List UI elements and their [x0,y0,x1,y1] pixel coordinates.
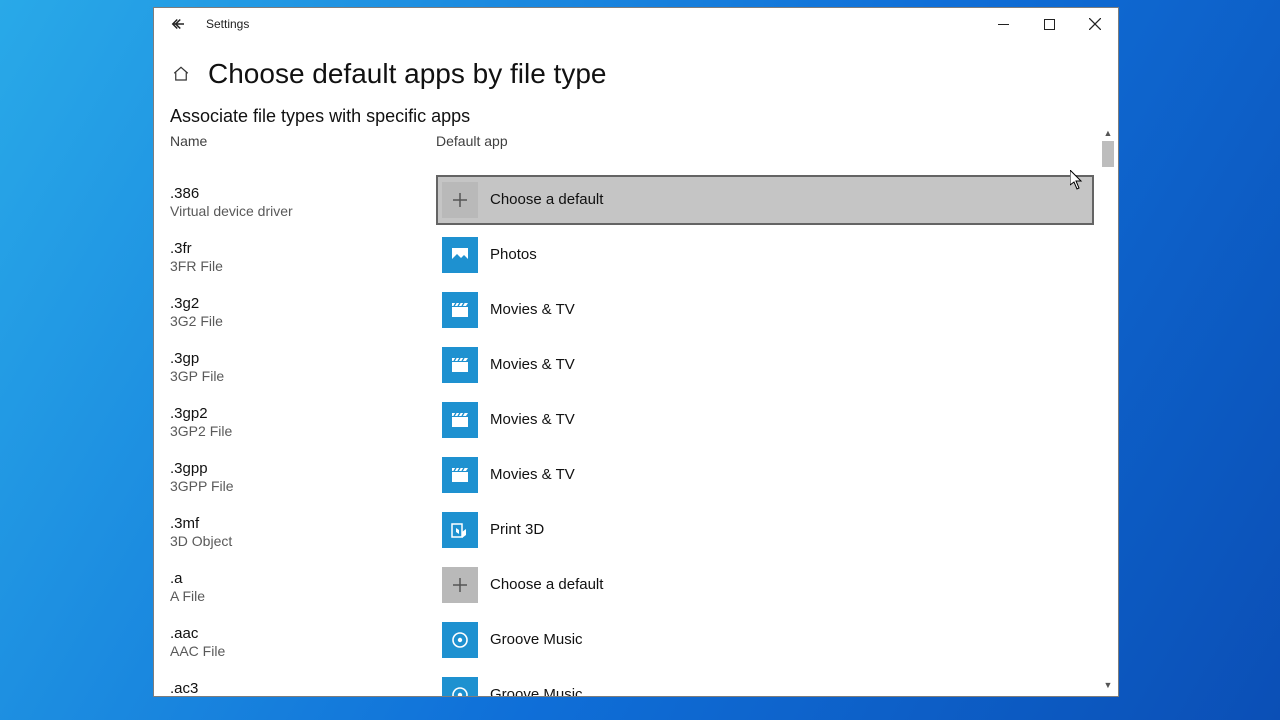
default-app-button[interactable]: Print 3D [436,505,1094,555]
file-type-row: .3mf3D Object Print 3D [170,502,1094,557]
file-description: Virtual device driver [170,203,436,219]
file-type-row: .3gpp3GPP File Movies & TV [170,447,1094,502]
page-title: Choose default apps by file type [208,58,606,90]
default-app-button[interactable]: Groove Music [436,615,1094,665]
default-app-label: Print 3D [490,521,544,538]
file-description: 3G2 File [170,313,436,329]
file-type-cell: .3gp23GP2 File [170,401,436,439]
default-app-button[interactable]: Movies & TV [436,395,1094,445]
home-icon [172,65,190,83]
file-type-cell: .3gp3GP File [170,346,436,384]
file-extension: .3fr [170,240,436,257]
file-type-row: .3fr3FR File Photos [170,227,1094,282]
file-type-cell: .3mf3D Object [170,511,436,549]
default-app-button[interactable]: Movies & TV [436,285,1094,335]
settings-window: Settings Choose default apps by file typ… [153,7,1119,697]
file-extension: .ac3 [170,680,436,697]
scrollbar[interactable]: ▲ ▼ [1101,126,1115,692]
default-app-label: Movies & TV [490,411,575,428]
movies-icon [442,347,478,383]
default-app-label: Choose a default [490,576,603,593]
default-app-button[interactable]: Movies & TV [436,340,1094,390]
file-description: 3D Object [170,533,436,549]
file-type-cell: .386Virtual device driver [170,181,436,219]
file-type-cell: .aA File [170,566,436,604]
scroll-thumb[interactable] [1102,141,1114,167]
file-extension: .386 [170,185,436,202]
default-app-button[interactable]: Groove Music [436,670,1094,697]
file-extension: .3gpp [170,460,436,477]
content-area: Choose default apps by file type Associa… [154,40,1118,696]
file-extension: .3gp2 [170,405,436,422]
file-description: A File [170,588,436,604]
file-extension: .aac [170,625,436,642]
file-extension: .3gp [170,350,436,367]
column-headers: Name Default app [170,133,1102,149]
maximize-button[interactable] [1026,8,1072,40]
file-type-cell: .3gpp3GPP File [170,456,436,494]
minimize-icon [998,19,1009,30]
file-type-row: .3gp23GP2 File Movies & TV [170,392,1094,447]
titlebar: Settings [154,8,1118,40]
close-icon [1089,18,1101,30]
file-type-row: .386Virtual device driver Choose a defaul… [170,172,1094,227]
print3d-icon [442,512,478,548]
column-name-header: Name [170,133,436,149]
groove-icon [442,677,478,697]
file-description: 3FR File [170,258,436,274]
file-type-cell: .3fr3FR File [170,236,436,274]
maximize-icon [1044,19,1055,30]
file-description: AAC File [170,643,436,659]
home-button[interactable] [170,63,192,85]
file-description: 3GP2 File [170,423,436,439]
file-extension: .a [170,570,436,587]
page-subtitle: Associate file types with specific apps [170,106,1102,127]
groove-icon [442,622,478,658]
default-app-label: Groove Music [490,686,583,696]
default-app-label: Movies & TV [490,466,575,483]
window-title: Settings [206,17,249,31]
default-app-label: Movies & TV [490,356,575,373]
file-type-list: .386Virtual device driver Choose a defaul… [170,172,1094,696]
back-button[interactable] [164,10,192,38]
movies-icon [442,457,478,493]
file-type-cell: .ac3AC3 File [170,676,436,697]
file-extension: .3mf [170,515,436,532]
default-app-label: Choose a default [490,191,603,208]
photos-icon [442,237,478,273]
default-app-button[interactable]: Movies & TV [436,450,1094,500]
default-app-button[interactable]: Photos [436,230,1094,280]
scroll-up-button[interactable]: ▲ [1101,126,1115,140]
scroll-down-button[interactable]: ▼ [1101,678,1115,692]
file-description: 3GPP File [170,478,436,494]
file-type-row: .aA File Choose a default [170,557,1094,612]
plus-icon [442,567,478,603]
default-app-label: Movies & TV [490,301,575,318]
file-type-row: .3g23G2 File Movies & TV [170,282,1094,337]
file-description: 3GP File [170,368,436,384]
file-type-row: .ac3AC3 File Groove Music [170,667,1094,696]
default-app-label: Photos [490,246,537,263]
default-app-button[interactable]: Choose a default [436,560,1094,610]
column-app-header: Default app [436,133,1102,149]
movies-icon [442,402,478,438]
file-type-cell: .aacAAC File [170,621,436,659]
plus-icon [442,182,478,218]
close-button[interactable] [1072,8,1118,40]
file-type-row: .aacAAC File Groove Music [170,612,1094,667]
file-extension: .3g2 [170,295,436,312]
default-app-label: Groove Music [490,631,583,648]
heading-row: Choose default apps by file type [170,40,1102,104]
file-type-cell: .3g23G2 File [170,291,436,329]
file-type-row: .3gp3GP File Movies & TV [170,337,1094,392]
movies-icon [442,292,478,328]
minimize-button[interactable] [980,8,1026,40]
default-app-button[interactable]: Choose a default [436,175,1094,225]
